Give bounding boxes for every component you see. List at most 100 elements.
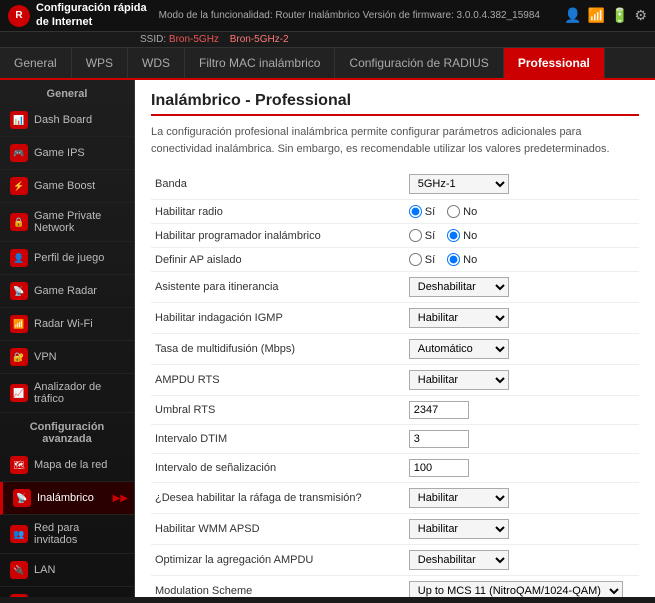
field-control[interactable]: HabilitarDeshabilitar (405, 483, 639, 514)
table-row: Habilitar radioSíNo (151, 200, 639, 224)
radio-option[interactable]: No (447, 253, 477, 266)
table-row: Umbral RTS (151, 396, 639, 425)
field-select[interactable]: HabilitarDeshabilitar (409, 519, 509, 539)
tab-professional[interactable]: Professional (504, 48, 605, 78)
sidebar-label: Analizador de tráfico (34, 381, 124, 405)
field-control[interactable]: HabilitarDeshabilitar (405, 514, 639, 545)
sidebar-item-radarwifi[interactable]: 📶 Radar Wi-Fi (0, 308, 134, 341)
field-input[interactable] (409, 459, 469, 477)
radio-option[interactable]: Sí (409, 205, 435, 218)
radio-group: Sí No (409, 253, 635, 266)
sidebar-label: Radar Wi-Fi (34, 318, 93, 330)
ssid1-link[interactable]: Bron-5GHz (169, 34, 219, 45)
table-row: Asistente para itineranciaDeshabilitarHa… (151, 272, 639, 303)
user-icon[interactable]: 👤 (564, 7, 581, 24)
sidebar-item-dashboard[interactable]: 📊 Dash Board (0, 104, 134, 137)
radio-option[interactable]: No (447, 229, 477, 242)
field-control[interactable]: Sí No (405, 224, 639, 248)
field-select[interactable]: Automático125.511 (409, 339, 509, 359)
radio-group: Sí No (409, 229, 635, 242)
battery-icon: 🔋 (611, 7, 628, 24)
tab-radius[interactable]: Configuración de RADIUS (335, 48, 503, 78)
field-select[interactable]: HabilitarDeshabilitar (409, 488, 509, 508)
field-label: Intervalo de señalización (151, 454, 405, 483)
radio-option[interactable]: Sí (409, 253, 435, 266)
tab-filtro-mac[interactable]: Filtro MAC inalámbrico (185, 48, 335, 78)
field-label: Asistente para itinerancia (151, 272, 405, 303)
field-input[interactable] (409, 401, 469, 419)
radio-option[interactable]: Sí (409, 229, 435, 242)
field-label: Modulation Scheme (151, 576, 405, 598)
field-control[interactable]: DeshabilitarHabilitar (405, 545, 639, 576)
logo-icon: R (8, 5, 30, 27)
tab-wps[interactable]: WPS (72, 48, 128, 78)
field-select[interactable]: 5GHz-15GHz-22.4GHz (409, 174, 509, 194)
gameboost-icon: ⚡ (10, 177, 28, 195)
field-select[interactable]: DeshabilitarHabilitar (409, 550, 509, 570)
layout: General 📊 Dash Board 🎮 Game IPS ⚡ Game B… (0, 80, 655, 597)
sidebar-item-wan[interactable]: 🌐 WAN (0, 587, 134, 597)
sidebar-label: Inalámbrico (37, 492, 94, 504)
field-label: Umbral RTS (151, 396, 405, 425)
field-select[interactable]: HabilitarDeshabilitar (409, 370, 509, 390)
sidebar-item-perfil[interactable]: 👤 Perfil de juego (0, 242, 134, 275)
sidebar-label: Red para invitados (34, 522, 124, 546)
tab-general[interactable]: General (0, 48, 72, 78)
table-row: ¿Desea habilitar la ráfaga de transmisió… (151, 483, 639, 514)
field-control[interactable]: HabilitarDeshabilitar (405, 365, 639, 396)
sidebar-label: VPN (34, 351, 57, 363)
sidebar-section-advanced: Configuración avanzada (0, 413, 134, 449)
table-row: Banda5GHz-15GHz-22.4GHz (151, 169, 639, 200)
field-control[interactable] (405, 454, 639, 483)
gameradar-icon: 📡 (10, 282, 28, 300)
field-control[interactable]: Automático125.511 (405, 334, 639, 365)
sidebar-item-gameboost[interactable]: ⚡ Game Boost (0, 170, 134, 203)
mapa-icon: 🗺 (10, 456, 28, 474)
sidebar-label: LAN (34, 564, 55, 576)
field-control[interactable] (405, 425, 639, 454)
sidebar-item-gameprivate[interactable]: 🔒 Game Private Network (0, 203, 134, 242)
field-select-wide[interactable]: Up to MCS 11 (NitroQAM/1024-QAM)Up to MC… (409, 581, 623, 597)
sidebar-item-invitados[interactable]: 👥 Red para invitados (0, 515, 134, 554)
sidebar-label: Mapa de la red (34, 459, 107, 471)
table-row: Tasa de multidifusión (Mbps)Automático12… (151, 334, 639, 365)
field-label: Definir AP aislado (151, 248, 405, 272)
field-control[interactable]: DeshabilitarHabilitar (405, 272, 639, 303)
arrow-icon: ▶▶ (113, 493, 128, 504)
sidebar-item-lan[interactable]: 🔌 LAN (0, 554, 134, 587)
sidebar-item-gameradar[interactable]: 📡 Game Radar (0, 275, 134, 308)
ssid2-link[interactable]: Bron-5GHz-2 (230, 34, 289, 45)
table-row: Modulation SchemeUp to MCS 11 (NitroQAM/… (151, 576, 639, 598)
field-label: Optimizar la agregación AMPDU (151, 545, 405, 576)
sidebar-item-inalambrico[interactable]: 📡 Inalámbrico ▶▶ (0, 482, 134, 515)
tabs-bar: General WPS WDS Filtro MAC inalámbrico C… (0, 48, 655, 80)
field-label: Habilitar indagación IGMP (151, 303, 405, 334)
gameprivate-icon: 🔒 (10, 213, 28, 231)
sidebar-section-general: General (0, 80, 134, 104)
field-select[interactable]: DeshabilitarHabilitar (409, 277, 509, 297)
field-control[interactable]: Sí No (405, 200, 639, 224)
table-row: Intervalo de señalización (151, 454, 639, 483)
dashboard-icon: 📊 (10, 111, 28, 129)
radio-option[interactable]: No (447, 205, 477, 218)
settings-icon[interactable]: ⚙ (634, 7, 647, 24)
sidebar-item-trafico[interactable]: 📈 Analizador de tráfico (0, 374, 134, 413)
sidebar-item-mapa[interactable]: 🗺 Mapa de la red (0, 449, 134, 482)
field-label: AMPDU RTS (151, 365, 405, 396)
field-control[interactable] (405, 396, 639, 425)
field-label: Banda (151, 169, 405, 200)
tab-wds[interactable]: WDS (128, 48, 185, 78)
field-select[interactable]: HabilitarDeshabilitar (409, 308, 509, 328)
field-control[interactable]: Sí No (405, 248, 639, 272)
invitados-icon: 👥 (10, 525, 28, 543)
field-control[interactable]: 5GHz-15GHz-22.4GHz (405, 169, 639, 200)
radarwifi-icon: 📶 (10, 315, 28, 333)
top-bar-title: Configuración rápida de Internet (36, 2, 147, 28)
field-input[interactable] (409, 430, 469, 448)
sidebar-item-gameips[interactable]: 🎮 Game IPS (0, 137, 134, 170)
field-control[interactable]: Up to MCS 11 (NitroQAM/1024-QAM)Up to MC… (405, 576, 639, 598)
sidebar-item-vpn[interactable]: 🔐 VPN (0, 341, 134, 374)
logo: R Configuración rápida de Internet (8, 2, 147, 28)
wifi-icon[interactable]: 📶 (588, 7, 605, 24)
field-control[interactable]: HabilitarDeshabilitar (405, 303, 639, 334)
